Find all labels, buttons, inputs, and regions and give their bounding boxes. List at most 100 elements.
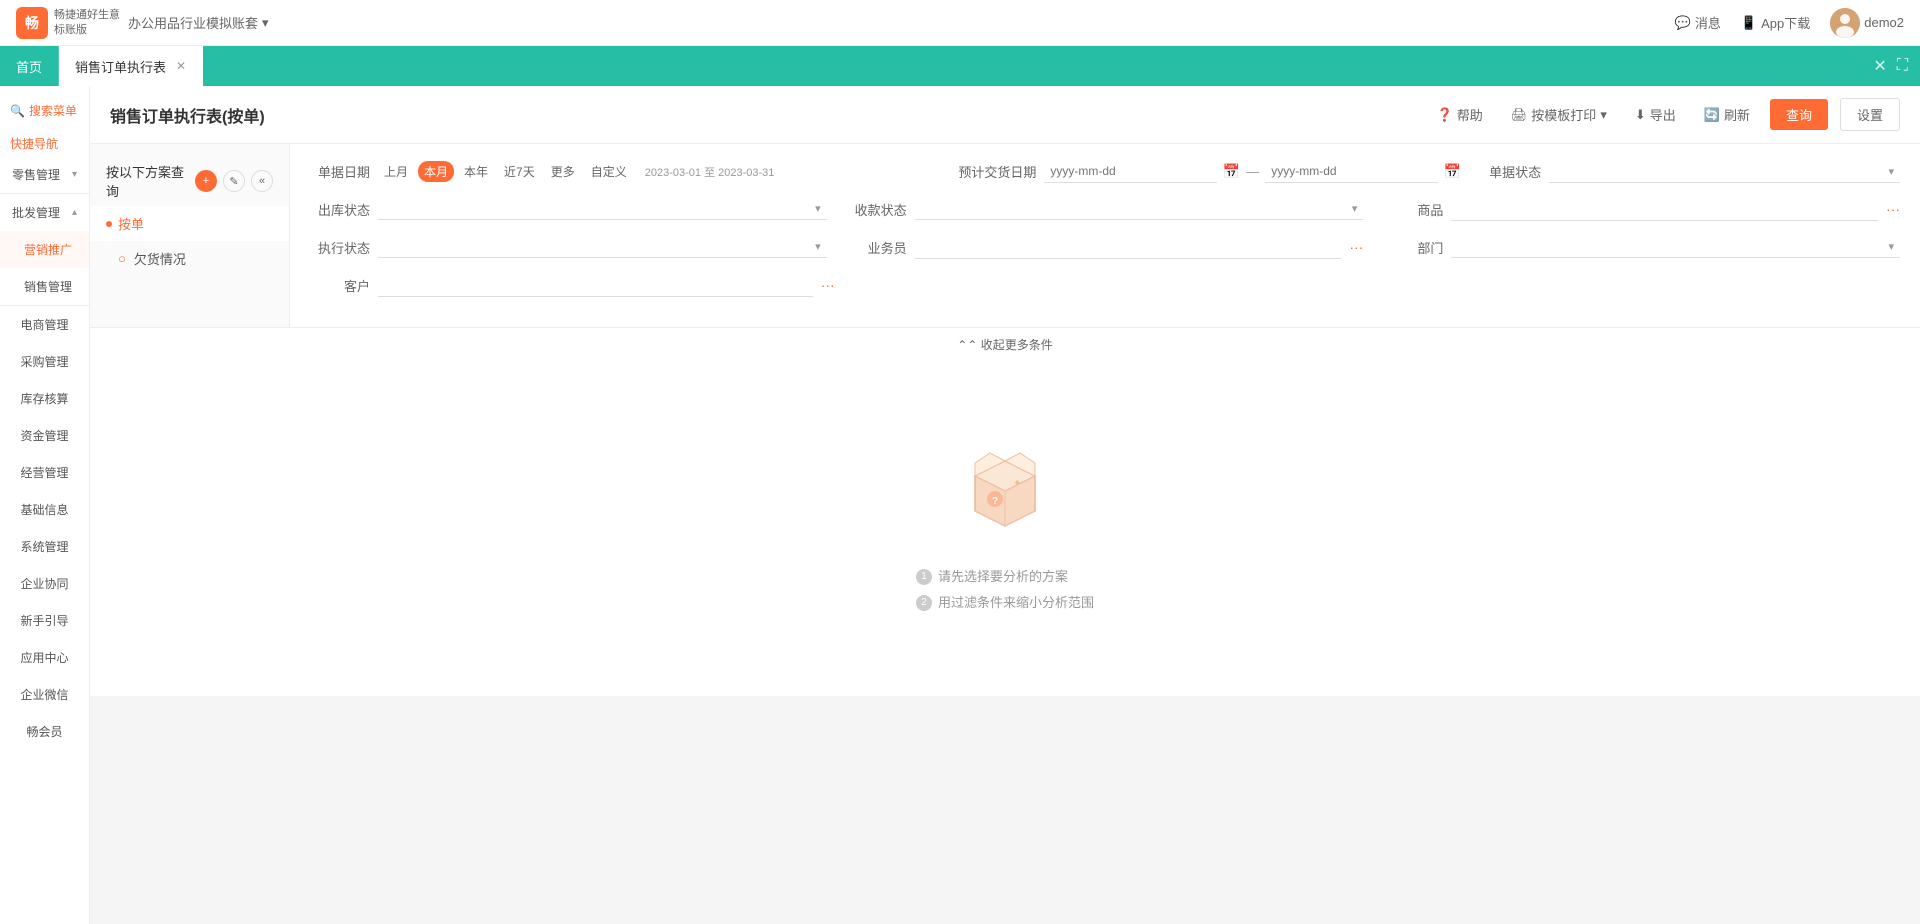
- salesman-input[interactable]: [915, 235, 1342, 259]
- filter-group-customer: 客户 ···: [310, 273, 835, 297]
- breadcrumb[interactable]: 办公用品行业模拟账套 ▾: [128, 13, 269, 32]
- dept-label: 部门: [1383, 238, 1443, 257]
- product-more-icon[interactable]: ···: [1886, 201, 1900, 217]
- collapse-arrow-icon: ⌃⌃: [957, 338, 980, 352]
- filter-group-salesman: 业务员 ···: [847, 235, 1364, 259]
- empty-tips: 1 请先选择要分析的方案 2 用过滤条件来缩小分析范围: [916, 564, 1094, 616]
- app-download-button[interactable]: 📱 App下载: [1741, 13, 1810, 32]
- sidebar-item-basic[interactable]: 基础信息: [0, 491, 89, 528]
- tab-sales-order[interactable]: 销售订单执行表 ✕: [59, 46, 203, 86]
- logo-area: 畅 畅捷通好生意 标账版: [16, 7, 120, 39]
- scheme-item-by-order[interactable]: 按单: [90, 206, 289, 241]
- filter-group-payment: 收款状态 ▾: [847, 198, 1364, 220]
- filter-group-forecast-date: 预计交货日期 📅 — 📅: [958, 160, 1461, 183]
- query-button[interactable]: 查询: [1770, 99, 1828, 130]
- customer-more-icon[interactable]: ···: [821, 277, 835, 293]
- date-tab-custom[interactable]: 自定义: [585, 161, 633, 182]
- sidebar-item-wechat[interactable]: 企业微信: [0, 676, 89, 713]
- delivery-label: 出库状态: [310, 200, 370, 219]
- filter-group-dept: 部门 ▾: [1383, 236, 1900, 258]
- message-icon: 💬: [1675, 15, 1691, 31]
- top-header: 畅 畅捷通好生意 标账版 办公用品行业模拟账套 ▾ 💬 消息 📱 App下载: [0, 0, 1920, 46]
- add-scheme-icon[interactable]: +: [195, 170, 217, 192]
- filter-scheme-panel: 按以下方案查询 + ✎ « 按单 ○ 欠货情况: [90, 144, 290, 327]
- tab-home[interactable]: 首页: [0, 46, 59, 86]
- sidebar-item-finance[interactable]: 资金管理: [0, 417, 89, 454]
- sidebar-item-marketing[interactable]: 营销推广: [0, 231, 89, 268]
- edit-scheme-icon[interactable]: ✎: [223, 170, 245, 192]
- collapse-bar[interactable]: ⌃⌃ 收起更多条件: [90, 327, 1920, 361]
- product-label: 商品: [1383, 200, 1443, 219]
- payment-select[interactable]: ▾: [915, 198, 1364, 220]
- date-tab-last-7[interactable]: 近7天: [498, 161, 541, 182]
- filter-group-delivery: 出库状态 ▾: [310, 198, 827, 220]
- calendar-from-icon[interactable]: 📅: [1223, 163, 1240, 180]
- date-tab-last-month[interactable]: 上月: [378, 161, 414, 182]
- sidebar-section-wholesale: 批发管理 ▴ 营销推广 销售管理: [0, 194, 89, 306]
- print-icon: 🖨: [1511, 107, 1528, 123]
- exec-label: 执行状态: [310, 238, 370, 257]
- empty-tip-2: 2 用过滤条件来缩小分析范围: [916, 590, 1094, 616]
- forecast-date-to[interactable]: [1265, 160, 1437, 183]
- sidebar-item-sales[interactable]: 销售管理: [0, 268, 89, 305]
- collapse-scheme-icon[interactable]: «: [251, 170, 273, 192]
- filter-panel: 按以下方案查询 + ✎ « 按单 ○ 欠货情况: [90, 144, 1920, 361]
- sidebar-item-system[interactable]: 系统管理: [0, 528, 89, 565]
- tab-close-icon[interactable]: ✕: [176, 59, 186, 73]
- collapse-label: 收起更多条件: [981, 338, 1053, 352]
- sidebar-item-apps[interactable]: 应用中心: [0, 639, 89, 676]
- sidebar-item-wholesale[interactable]: 批发管理 ▴: [0, 194, 89, 231]
- status-select[interactable]: ▾: [1549, 161, 1900, 183]
- sidebar-item-newbie[interactable]: 新手引导: [0, 602, 89, 639]
- header-right: 💬 消息 📱 App下载 demo2: [1675, 8, 1904, 38]
- debt-icon: ○: [118, 251, 126, 266]
- breadcrumb-text: 办公用品行业模拟账套: [128, 13, 258, 32]
- sidebar-shortcut[interactable]: 快捷导航: [0, 127, 89, 156]
- date-tabs: 上月 本月 本年 近7天 更多 自定义: [378, 161, 633, 182]
- sidebar-item-member[interactable]: 畅会员: [0, 713, 89, 750]
- sidebar-item-retail[interactable]: 零售管理 ▾: [0, 156, 89, 193]
- salesman-more-icon[interactable]: ···: [1349, 239, 1363, 255]
- maximize-icon[interactable]: ⛶: [1897, 57, 1908, 75]
- filter-group-product: 商品 ···: [1383, 197, 1900, 221]
- salesman-label: 业务员: [847, 238, 907, 257]
- main-layout: 🔍 搜索菜单 快捷导航 零售管理 ▾ 批发管理 ▴ 营销推广 销售管理: [0, 86, 1920, 924]
- print-button[interactable]: 🖨 按模板打印 ▾: [1503, 101, 1615, 128]
- svg-text:✦: ✦: [1013, 478, 1021, 489]
- date-tab-more[interactable]: 更多: [545, 161, 581, 182]
- help-button[interactable]: ❓ 帮助: [1429, 101, 1491, 128]
- date-tab-this-month[interactable]: 本月: [418, 161, 454, 182]
- sidebar-item-enterprise[interactable]: 企业协同: [0, 565, 89, 602]
- forecast-date-from[interactable]: [1044, 160, 1216, 183]
- filter-main: 单据日期 上月 本月 本年 近7天 更多 自定义 2023-03-01 至 20…: [290, 144, 1920, 327]
- sidebar-item-purchase[interactable]: 采购管理: [0, 343, 89, 380]
- date-range-display: 2023-03-01 至 2023-03-31: [645, 164, 775, 180]
- sidebar: 🔍 搜索菜单 快捷导航 零售管理 ▾ 批发管理 ▴ 营销推广 销售管理: [0, 86, 90, 924]
- filter-row-4: 客户 ···: [310, 273, 1900, 297]
- settings-button[interactable]: 设置: [1840, 98, 1900, 131]
- page-title: 销售订单执行表(按单): [110, 103, 265, 127]
- filter-scheme-header: 按以下方案查询 + ✎ «: [90, 156, 289, 206]
- message-button[interactable]: 💬 消息: [1675, 13, 1721, 32]
- dept-select[interactable]: ▾: [1451, 236, 1900, 258]
- user-menu[interactable]: demo2: [1830, 8, 1904, 38]
- close-window-icon[interactable]: ✕: [1873, 56, 1886, 76]
- sidebar-item-ecommerce[interactable]: 电商管理: [0, 306, 89, 343]
- exec-select[interactable]: ▾: [378, 236, 827, 258]
- refresh-button[interactable]: 🔄 刷新: [1696, 101, 1758, 128]
- calendar-to-icon[interactable]: 📅: [1444, 163, 1461, 180]
- product-input[interactable]: [1451, 197, 1878, 221]
- export-button[interactable]: ⬇ 导出: [1627, 101, 1684, 128]
- active-dot: [106, 221, 112, 227]
- sidebar-item-operations[interactable]: 经营管理: [0, 454, 89, 491]
- delivery-select[interactable]: ▾: [378, 198, 827, 220]
- scheme-icons: + ✎ «: [195, 170, 273, 192]
- scheme-item-by-debt[interactable]: ○ 欠货情况: [90, 241, 289, 276]
- filter-group-status: 单据状态 ▾: [1481, 161, 1900, 183]
- sidebar-search[interactable]: 🔍 搜索菜单: [0, 94, 89, 127]
- chevron-up-icon: ▴: [72, 207, 77, 218]
- help-icon: ❓: [1437, 107, 1453, 123]
- sidebar-item-inventory[interactable]: 库存核算: [0, 380, 89, 417]
- date-tab-this-year[interactable]: 本年: [458, 161, 494, 182]
- customer-input[interactable]: [378, 273, 813, 297]
